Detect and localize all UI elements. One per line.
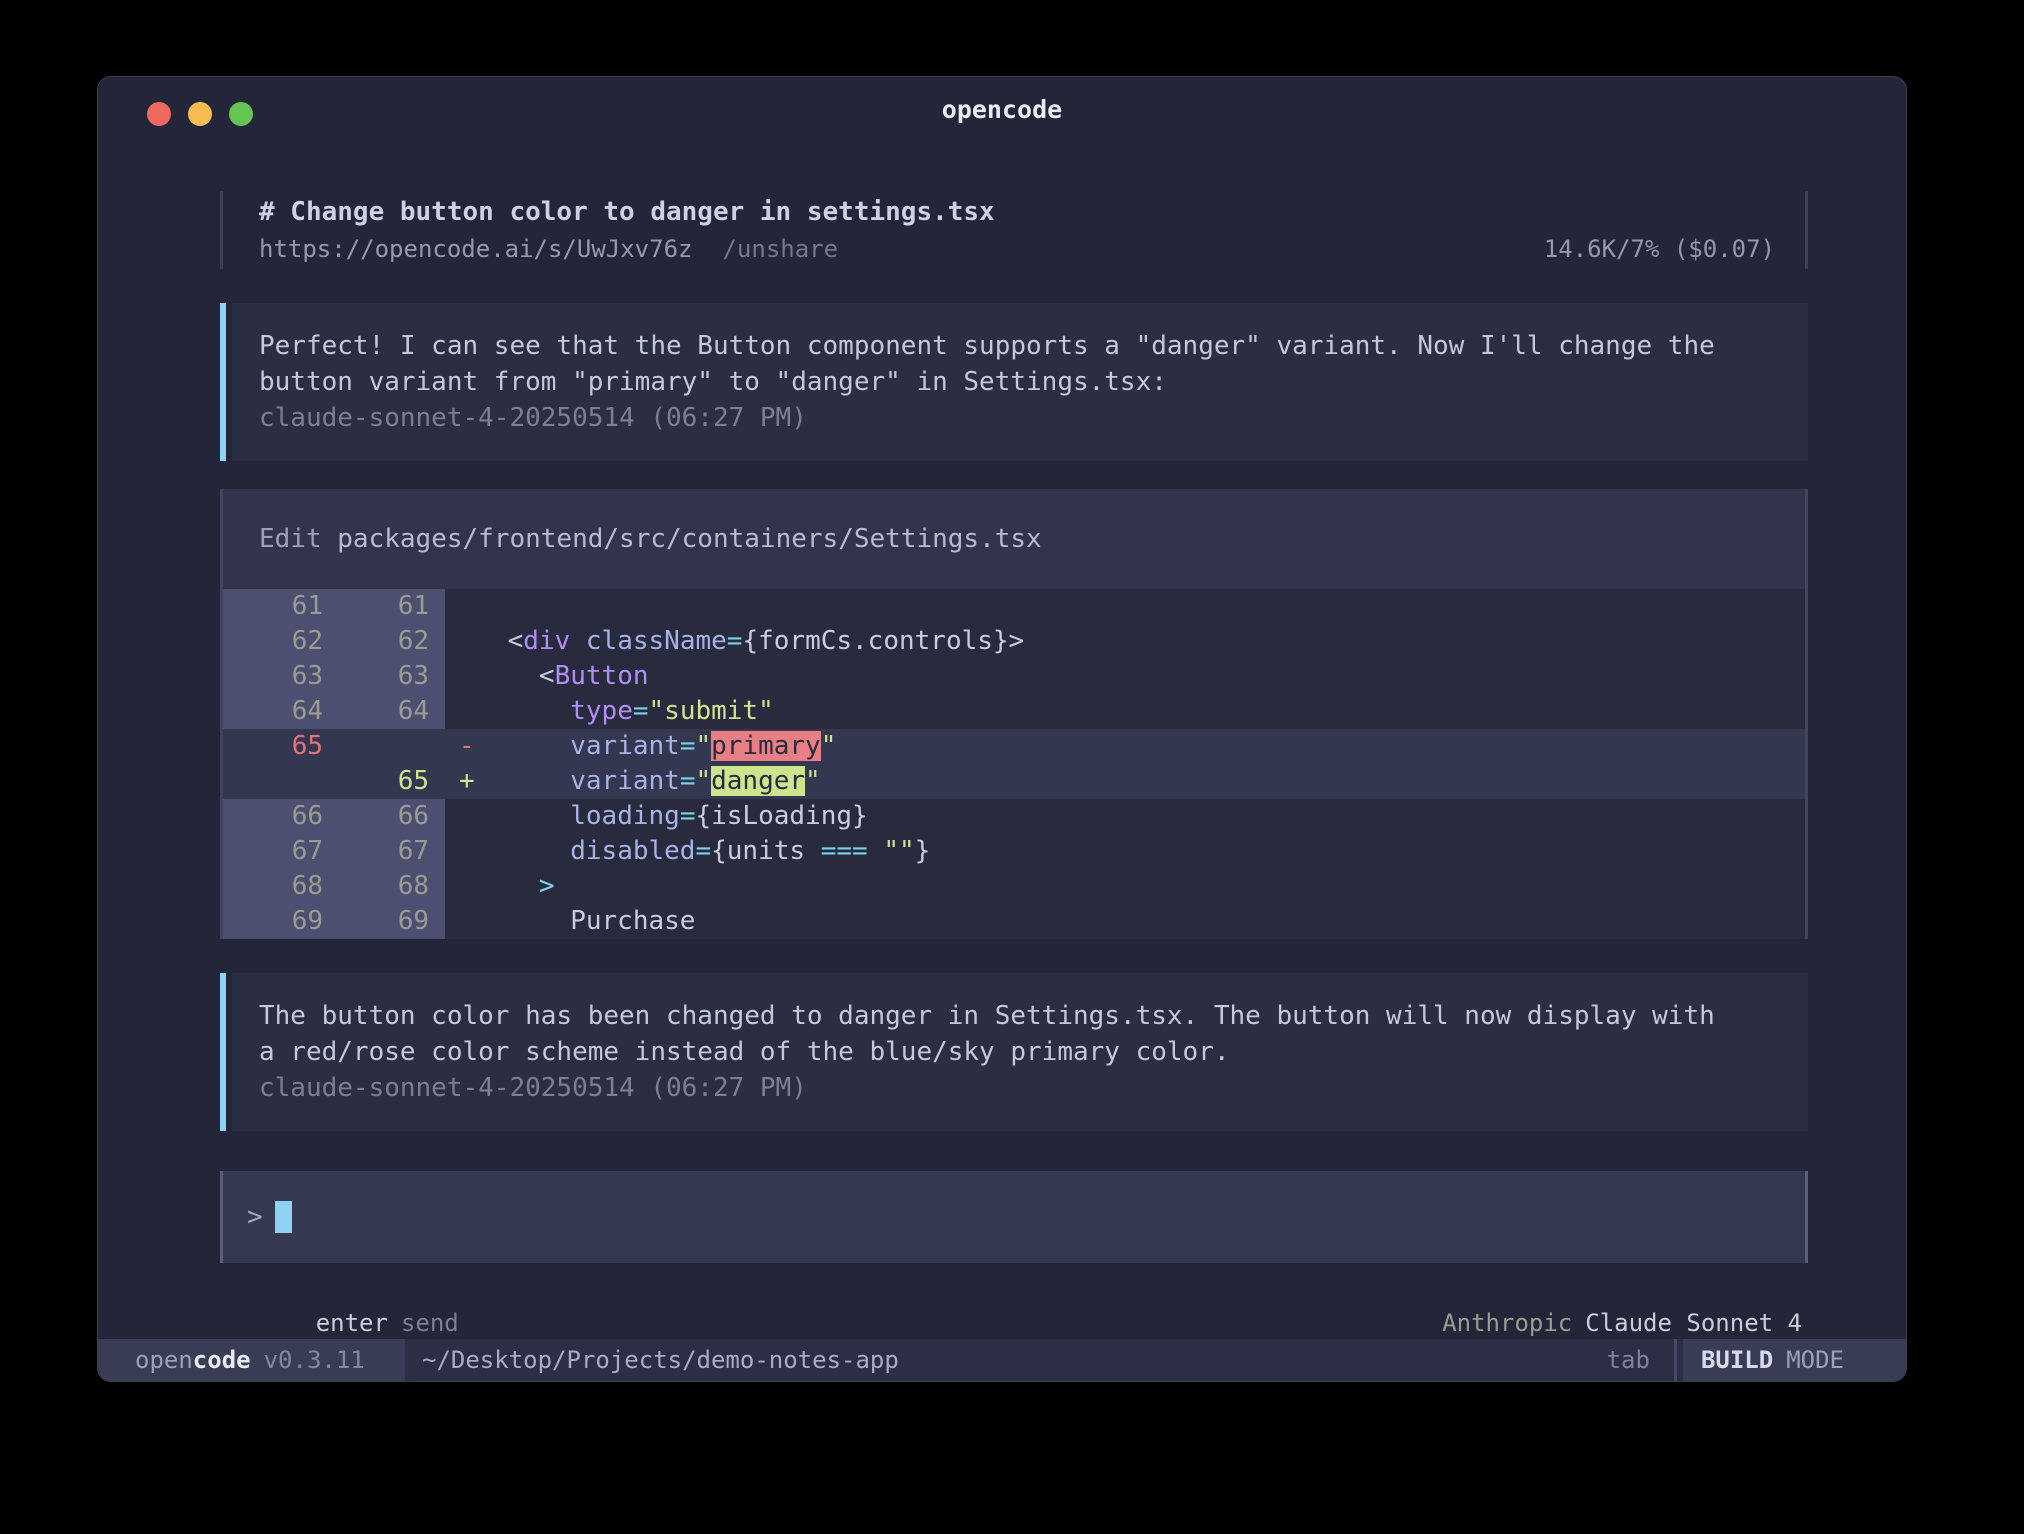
app-version-chip: opencode v0.3.11 bbox=[98, 1339, 405, 1381]
code-line: variant="danger" bbox=[445, 764, 821, 799]
diff-view: 61616262 <div className={formCs.controls… bbox=[223, 589, 1805, 939]
new-line-number: 63 bbox=[333, 659, 445, 694]
message-text-line: The button color has been changed to dan… bbox=[259, 998, 1788, 1034]
old-line-number: 63 bbox=[223, 659, 333, 694]
new-line-number: 68 bbox=[333, 869, 445, 904]
code-line: variant="primary" bbox=[445, 729, 836, 764]
diff-row: 6161 bbox=[223, 589, 1805, 624]
code-line: > bbox=[445, 869, 555, 904]
new-line-number: 64 bbox=[333, 694, 445, 729]
edit-tool-verb: Edit bbox=[259, 524, 322, 554]
assistant-message-1: Perfect! I can see that the Button compo… bbox=[220, 303, 1808, 461]
message-text-line: Perfect! I can see that the Button compo… bbox=[259, 328, 1788, 364]
mode-label-bold: BUILD bbox=[1701, 1346, 1773, 1374]
status-bar: opencode v0.3.11 ~/Desktop/Projects/demo-… bbox=[98, 1339, 1906, 1381]
session-subheader: https://opencode.ai/s/UwJxv76z /unshare … bbox=[259, 231, 1775, 267]
session-header: # Change button color to danger in setti… bbox=[220, 191, 1808, 269]
new-line-number bbox=[333, 729, 445, 764]
old-line-number: 61 bbox=[223, 589, 333, 624]
diff-row: 6666 loading={isLoading} bbox=[223, 799, 1805, 834]
edit-file-path: packages/frontend/src/containers/Setting… bbox=[337, 524, 1041, 554]
new-line-number: 61 bbox=[333, 589, 445, 624]
diff-sign: + bbox=[459, 764, 475, 799]
send-action-label: send bbox=[401, 1309, 459, 1337]
session-column: # Change button color to danger in setti… bbox=[220, 191, 1808, 1263]
session-title: # Change button color to danger in setti… bbox=[259, 193, 1775, 231]
message-model-meta: claude-sonnet-4-20250514 (06:27 PM) bbox=[259, 1070, 1788, 1106]
new-line-number: 66 bbox=[333, 799, 445, 834]
new-line-number: 69 bbox=[333, 904, 445, 939]
code-line: type="submit" bbox=[445, 694, 774, 729]
old-line-number: 68 bbox=[223, 869, 333, 904]
new-line-number: 62 bbox=[333, 624, 445, 659]
old-line-number: 62 bbox=[223, 624, 333, 659]
unshare-action[interactable]: /unshare bbox=[722, 231, 838, 267]
app-name-bold: code bbox=[193, 1346, 251, 1374]
edit-tool-card: Edit packages/frontend/src/containers/Se… bbox=[220, 489, 1808, 939]
code-line: disabled={units === ""} bbox=[445, 834, 930, 869]
status-separator bbox=[1674, 1339, 1677, 1381]
code-line: loading={isLoading} bbox=[445, 799, 868, 834]
code-line: <Button bbox=[445, 659, 649, 694]
diff-row: 65 + variant="danger" bbox=[223, 764, 1805, 799]
old-line-number: 67 bbox=[223, 834, 333, 869]
mode-label-regular: MODE bbox=[1786, 1346, 1844, 1374]
provider-name: Anthropic bbox=[1442, 1309, 1572, 1337]
assistant-message-2: The button color has been changed to dan… bbox=[220, 973, 1808, 1131]
new-line-number: 67 bbox=[333, 834, 445, 869]
status-bar-right: tab BUILD MODE bbox=[1607, 1339, 1906, 1381]
old-line-number: 64 bbox=[223, 694, 333, 729]
message-model-meta: claude-sonnet-4-20250514 (06:27 PM) bbox=[259, 400, 1788, 436]
message-text-line: a red/rose color scheme instead of the b… bbox=[259, 1034, 1788, 1070]
code-line: Purchase bbox=[445, 904, 695, 939]
text-cursor bbox=[275, 1201, 292, 1233]
model-name: Claude Sonnet 4 bbox=[1585, 1309, 1802, 1337]
diff-row: 6262 <div className={formCs.controls}> bbox=[223, 624, 1805, 659]
mode-toggle[interactable]: BUILD MODE bbox=[1683, 1339, 1906, 1381]
new-line-number: 65 bbox=[333, 764, 445, 799]
old-line-number: 69 bbox=[223, 904, 333, 939]
enter-key-hint: enter bbox=[316, 1309, 388, 1337]
app-name-regular: open bbox=[135, 1346, 193, 1374]
old-line-number: 66 bbox=[223, 799, 333, 834]
tab-key-hint: tab bbox=[1607, 1346, 1650, 1374]
diff-row: 6363 <Button bbox=[223, 659, 1805, 694]
window-titlebar[interactable]: opencode bbox=[98, 77, 1906, 133]
opencode-window: opencode # Change button color to danger… bbox=[97, 76, 1907, 1382]
message-text-line: button variant from "primary" to "danger… bbox=[259, 364, 1788, 400]
old-line-number bbox=[223, 764, 333, 799]
working-directory: ~/Desktop/Projects/demo-notes-app bbox=[422, 1346, 899, 1374]
edit-tool-header: Edit packages/frontend/src/containers/Se… bbox=[223, 489, 1805, 589]
diff-row: 6868 > bbox=[223, 869, 1805, 904]
window-title: opencode bbox=[98, 95, 1906, 124]
old-line-number: 65 bbox=[223, 729, 333, 764]
prompt-caret-symbol: > bbox=[247, 1202, 263, 1232]
code-line: <div className={formCs.controls}> bbox=[445, 624, 1024, 659]
diff-row: 6767 disabled={units === ""} bbox=[223, 834, 1805, 869]
app-version: v0.3.11 bbox=[264, 1346, 365, 1374]
diff-row: 6464 type="submit" bbox=[223, 694, 1805, 729]
context-usage-stats: 14.6K/7% ($0.07) bbox=[1544, 231, 1775, 267]
share-url-link[interactable]: https://opencode.ai/s/UwJxv76z bbox=[259, 231, 692, 267]
diff-sign: - bbox=[459, 729, 475, 764]
diff-row: 6969 Purchase bbox=[223, 904, 1805, 939]
prompt-input[interactable]: > bbox=[220, 1171, 1808, 1263]
diff-row: 65 - variant="primary" bbox=[223, 729, 1805, 764]
